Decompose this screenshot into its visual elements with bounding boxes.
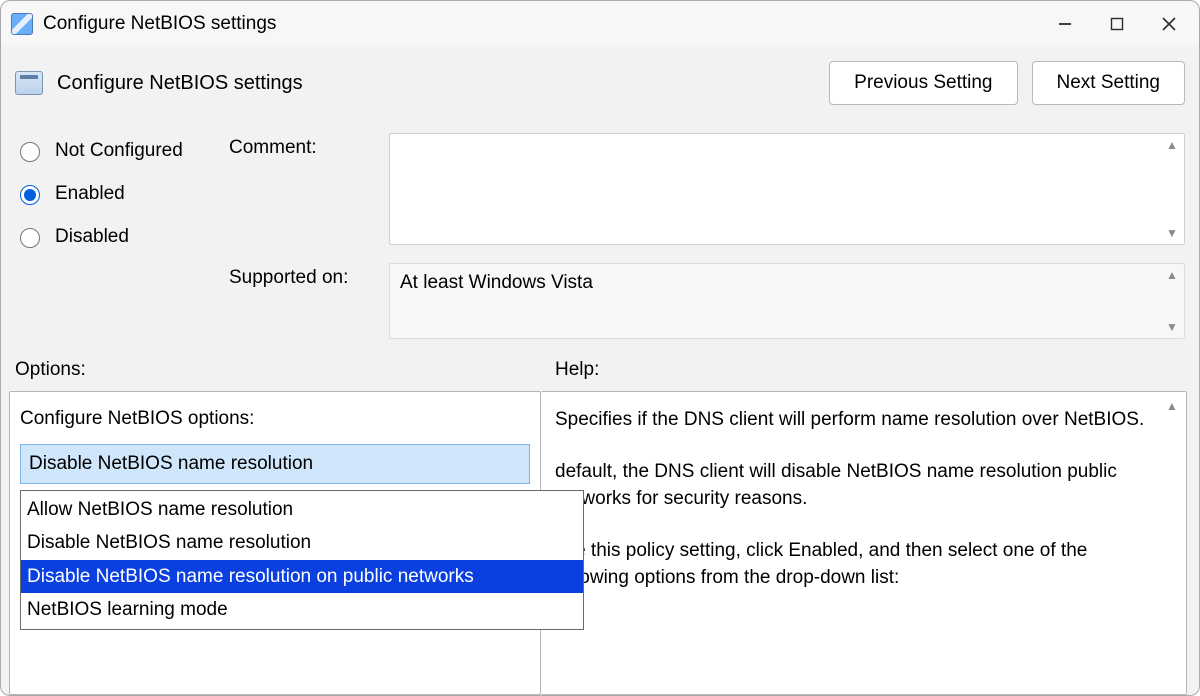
titlebar: Configure NetBIOS settings bbox=[1, 1, 1199, 47]
dropdown-option[interactable]: Disable NetBIOS name resolution bbox=[21, 526, 583, 559]
supported-label: Supported on: bbox=[229, 263, 389, 289]
settings-area: Not Configured Enabled Disabled Comment:… bbox=[1, 111, 1199, 345]
window: Configure NetBIOS settings Configure Net… bbox=[0, 0, 1200, 696]
next-setting-button[interactable]: Next Setting bbox=[1032, 61, 1186, 105]
radio-not-configured[interactable]: Not Configured bbox=[15, 139, 229, 162]
radio-not-configured-label: Not Configured bbox=[55, 140, 183, 162]
radio-not-configured-input[interactable] bbox=[20, 142, 40, 162]
close-button[interactable] bbox=[1143, 4, 1195, 44]
comment-textarea[interactable]: ▲ ▼ bbox=[389, 133, 1185, 245]
radio-enabled-input[interactable] bbox=[20, 185, 40, 205]
supported-scrollbar[interactable]: ▲ ▼ bbox=[1164, 268, 1180, 334]
fields-column: Comment: ▲ ▼ Supported on: At least Wind… bbox=[229, 133, 1185, 339]
minimize-button[interactable] bbox=[1039, 4, 1091, 44]
state-column: Not Configured Enabled Disabled bbox=[15, 133, 229, 339]
scroll-up-icon: ▲ bbox=[1166, 399, 1178, 413]
policy-icon bbox=[15, 71, 43, 95]
policy-title: Configure NetBIOS settings bbox=[57, 72, 815, 95]
dropdown-option[interactable]: Allow NetBIOS name resolution bbox=[21, 493, 583, 526]
lower-labels: Options: Help: bbox=[1, 345, 1199, 391]
help-panel: ▲ Specifies if the DNS client will perfo… bbox=[541, 391, 1187, 695]
options-panel: Configure NetBIOS options: Disable NetBI… bbox=[9, 391, 541, 695]
scroll-down-icon: ▼ bbox=[1166, 320, 1178, 334]
app-icon bbox=[11, 13, 33, 35]
window-title: Configure NetBIOS settings bbox=[43, 13, 276, 35]
radio-enabled[interactable]: Enabled bbox=[15, 182, 229, 205]
help-label: Help: bbox=[555, 359, 599, 381]
dropdown-option[interactable]: Disable NetBIOS name resolution on publi… bbox=[21, 560, 583, 593]
radio-disabled-input[interactable] bbox=[20, 228, 40, 248]
radio-disabled[interactable]: Disabled bbox=[15, 225, 229, 248]
help-paragraph: default, the DNS client will disable Net… bbox=[555, 458, 1150, 513]
comment-label: Comment: bbox=[229, 133, 389, 159]
dropdown-option[interactable]: NetBIOS learning mode bbox=[21, 593, 583, 626]
help-paragraph: use this policy setting, click Enabled, … bbox=[555, 537, 1150, 592]
netbios-options-dropdown[interactable]: Disable NetBIOS name resolution bbox=[20, 444, 530, 484]
scroll-down-icon: ▼ bbox=[1166, 226, 1178, 240]
netbios-options-dropdown-list[interactable]: Allow NetBIOS name resolution Disable Ne… bbox=[20, 490, 584, 630]
header-row: Configure NetBIOS settings Previous Sett… bbox=[1, 47, 1199, 111]
scroll-up-icon: ▲ bbox=[1166, 138, 1178, 152]
options-label: Options: bbox=[15, 359, 555, 381]
options-heading: Configure NetBIOS options: bbox=[20, 408, 532, 430]
previous-setting-button[interactable]: Previous Setting bbox=[829, 61, 1017, 105]
help-scrollbar[interactable]: ▲ bbox=[1164, 398, 1180, 415]
radio-disabled-label: Disabled bbox=[55, 226, 129, 248]
comment-scrollbar[interactable]: ▲ ▼ bbox=[1164, 138, 1180, 240]
radio-enabled-label: Enabled bbox=[55, 183, 125, 205]
supported-on-box: At least Windows Vista ▲ ▼ bbox=[389, 263, 1185, 339]
lower-panels: Configure NetBIOS options: Disable NetBI… bbox=[1, 391, 1199, 695]
dropdown-selected-text: Disable NetBIOS name resolution bbox=[29, 453, 313, 475]
maximize-button[interactable] bbox=[1091, 4, 1143, 44]
scroll-up-icon: ▲ bbox=[1166, 268, 1178, 282]
help-paragraph: Specifies if the DNS client will perform… bbox=[555, 406, 1150, 434]
supported-on-value: At least Windows Vista bbox=[400, 272, 593, 293]
